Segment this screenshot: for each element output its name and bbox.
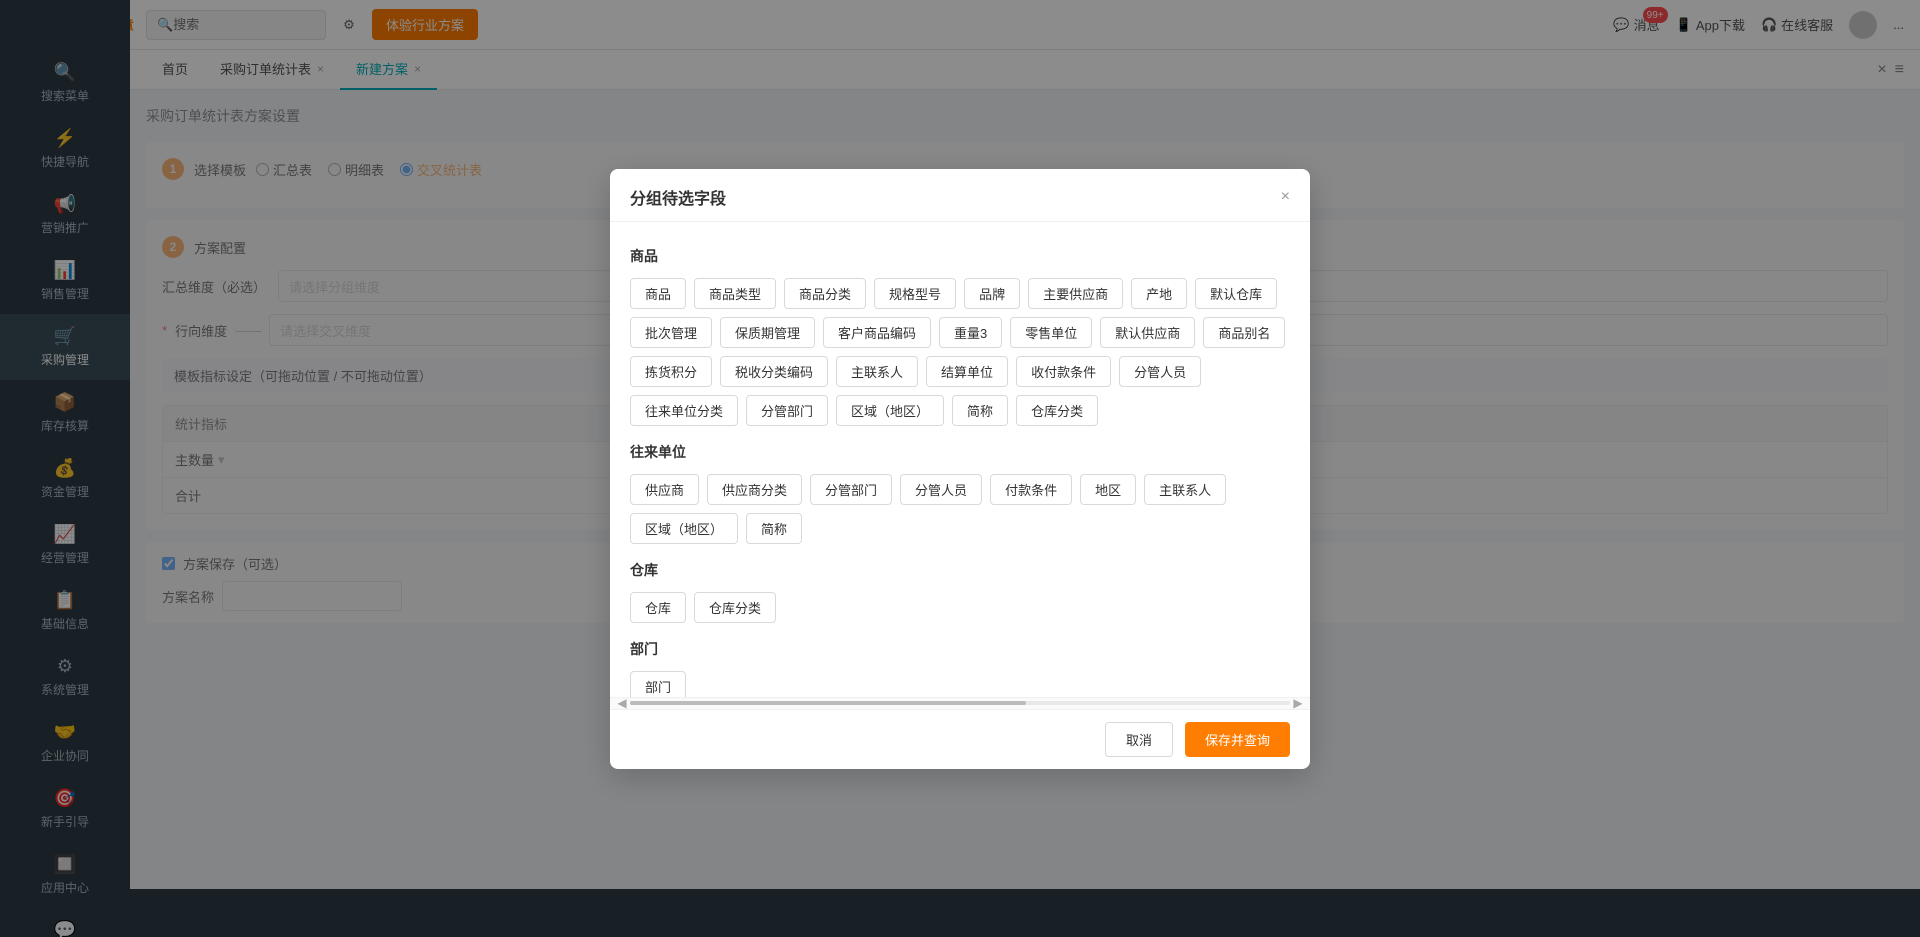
dialog-title: 分组待选字段 [630, 185, 726, 209]
dialog-body[interactable]: 商品 商品 商品类型 商品分类 规格型号 品牌 主要供应商 产地 默认仓库 批次… [610, 222, 1310, 697]
field-tag[interactable]: 主要供应商 [1028, 278, 1123, 309]
section-title-partner: 往来单位 [630, 442, 1290, 462]
field-tag[interactable]: 客户商品编码 [823, 317, 931, 348]
cancel-button[interactable]: 取消 [1105, 722, 1173, 757]
dialog-close-button[interactable]: × [1281, 188, 1290, 206]
field-tag[interactable]: 商品类型 [694, 278, 776, 309]
field-tag[interactable]: 分管人员 [1119, 356, 1201, 387]
field-select-dialog: 分组待选字段 × 商品 商品 商品类型 商品分类 规格型号 品牌 主要供应商 产… [610, 169, 1310, 769]
field-tag[interactable]: 默认供应商 [1100, 317, 1195, 348]
field-tags-department: 部门 [630, 671, 1290, 697]
field-tag[interactable]: 保质期管理 [720, 317, 815, 348]
field-tag[interactable]: 简称 [952, 395, 1008, 426]
field-tag[interactable]: 供应商分类 [707, 474, 802, 505]
field-tag[interactable]: 分管人员 [900, 474, 982, 505]
field-tag[interactable]: 往来单位分类 [630, 395, 738, 426]
section-title-department: 部门 [630, 639, 1290, 659]
section-title-warehouse: 仓库 [630, 560, 1290, 580]
field-tags-warehouse: 仓库 仓库分类 [630, 592, 1290, 623]
horizontal-scrollbar[interactable]: ◀ ▶ [610, 697, 1310, 709]
field-tag[interactable]: 规格型号 [874, 278, 956, 309]
dialog-header: 分组待选字段 × [610, 169, 1310, 222]
field-tag[interactable]: 付款条件 [990, 474, 1072, 505]
field-tag[interactable]: 分管部门 [810, 474, 892, 505]
field-tag[interactable]: 收付款条件 [1016, 356, 1111, 387]
section-title-product: 商品 [630, 246, 1290, 266]
dialog-footer: 商品 取消 保存并查询 [610, 709, 1310, 769]
field-tag[interactable]: 税收分类编码 [720, 356, 828, 387]
field-tag[interactable]: 分管部门 [746, 395, 828, 426]
field-tag[interactable]: 主联系人 [836, 356, 918, 387]
field-tag[interactable]: 仓库 [630, 592, 686, 623]
modal-overlay: 分组待选字段 × 商品 商品 商品类型 商品分类 规格型号 品牌 主要供应商 产… [0, 0, 1920, 937]
field-tag[interactable]: 简称 [746, 513, 802, 544]
field-tag[interactable]: 默认仓库 [1195, 278, 1277, 309]
field-tag[interactable]: 商品别名 [1203, 317, 1285, 348]
field-tag[interactable]: 零售单位 [1010, 317, 1092, 348]
field-tag[interactable]: 产地 [1131, 278, 1187, 309]
field-tag[interactable]: 品牌 [964, 278, 1020, 309]
field-tag[interactable]: 区域（地区） [630, 513, 738, 544]
field-tag[interactable]: 地区 [1080, 474, 1136, 505]
field-tag[interactable]: 拣货积分 [630, 356, 712, 387]
scroll-track [630, 701, 1290, 705]
field-tag[interactable]: 供应商 [630, 474, 699, 505]
field-tags-product: 商品 商品类型 商品分类 规格型号 品牌 主要供应商 产地 默认仓库 批次管理 … [630, 278, 1290, 426]
scroll-thumb [630, 701, 1026, 705]
field-tag[interactable]: 结算单位 [926, 356, 1008, 387]
field-tag[interactable]: 区域（地区） [836, 395, 944, 426]
field-tag[interactable]: 商品 [630, 278, 686, 309]
field-tag[interactable]: 主联系人 [1144, 474, 1226, 505]
field-tag[interactable]: 批次管理 [630, 317, 712, 348]
confirm-button[interactable]: 保存并查询 [1185, 722, 1290, 757]
field-tag[interactable]: 重量3 [939, 317, 1002, 348]
field-tag[interactable]: 仓库分类 [694, 592, 776, 623]
field-tags-partner: 供应商 供应商分类 分管部门 分管人员 付款条件 地区 主联系人 区域（地区） … [630, 474, 1290, 544]
field-tag[interactable]: 仓库分类 [1016, 395, 1098, 426]
field-tag[interactable]: 商品分类 [784, 278, 866, 309]
field-tag[interactable]: 部门 [630, 671, 686, 697]
